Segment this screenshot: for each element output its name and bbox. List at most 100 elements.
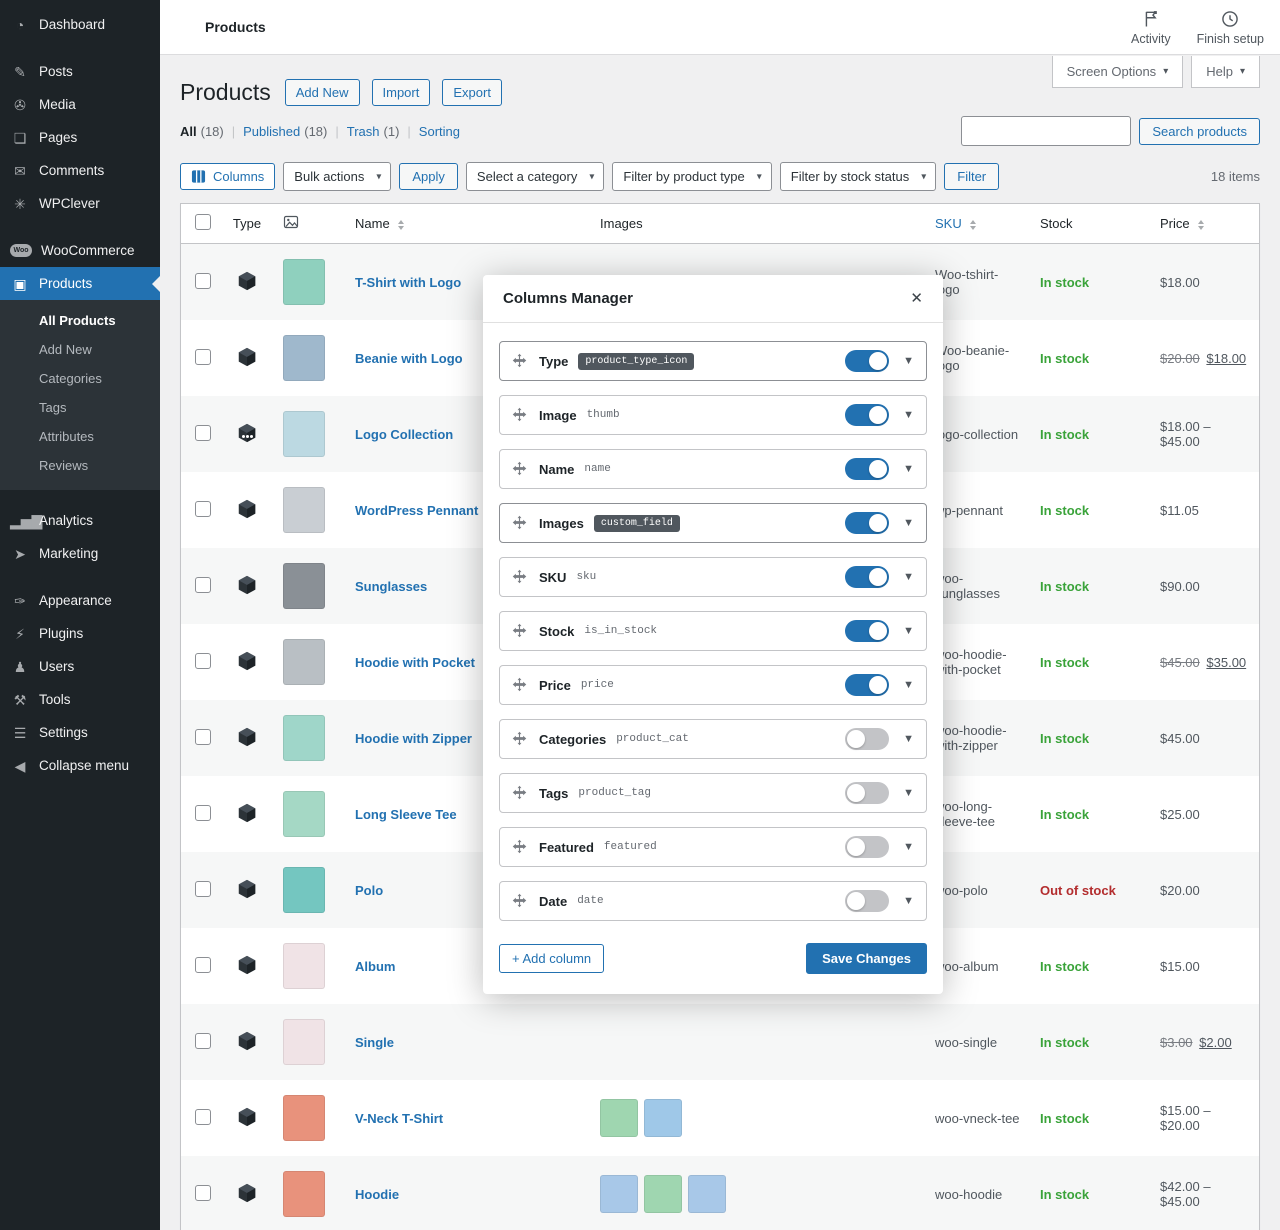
add-new-button[interactable]: Add New [285, 79, 360, 106]
drag-handle-icon[interactable] [512, 785, 528, 801]
sidebar-item-marketing[interactable]: ➤Marketing [0, 537, 160, 570]
row-checkbox[interactable] [195, 729, 211, 745]
sidebar-subitem-reviews[interactable]: Reviews [0, 451, 160, 480]
product-name-link[interactable]: Polo [355, 883, 383, 898]
product-thumbnail[interactable] [283, 411, 325, 457]
sidebar-item-dashboard[interactable]: ◔Dashboard [0, 8, 160, 41]
sku-sort-header[interactable]: SKU [925, 204, 1030, 244]
column-toggle[interactable] [845, 350, 889, 372]
row-checkbox[interactable] [195, 501, 211, 517]
sidebar-subitem-tags[interactable]: Tags [0, 393, 160, 422]
column-toggle[interactable] [845, 512, 889, 534]
close-icon[interactable]: ✕ [910, 291, 923, 306]
product-name-link[interactable]: WordPress Pennant [355, 503, 478, 518]
category-filter-select[interactable]: Select a category ▾ [466, 162, 604, 191]
sidebar-item-posts[interactable]: ✎Posts [0, 55, 160, 88]
column-toggle[interactable] [845, 566, 889, 588]
product-name-link[interactable]: Hoodie with Zipper [355, 731, 472, 746]
column-toggle[interactable] [845, 782, 889, 804]
column-options-chevron-icon[interactable]: ▼ [903, 679, 914, 691]
row-checkbox[interactable] [195, 957, 211, 973]
product-name-link[interactable]: Hoodie with Pocket [355, 655, 475, 670]
sidebar-item-pages[interactable]: ❏Pages [0, 121, 160, 154]
column-options-chevron-icon[interactable]: ▼ [903, 733, 914, 745]
view-filter-sorting[interactable]: Sorting [399, 124, 460, 139]
sidebar-item-wpclever[interactable]: ✳WPClever [0, 187, 160, 220]
product-thumbnail[interactable] [283, 1171, 325, 1217]
column-toggle[interactable] [845, 674, 889, 696]
sidebar-item-woocommerce[interactable]: WooWooCommerce [0, 234, 160, 267]
row-checkbox[interactable] [195, 1185, 211, 1201]
column-toggle[interactable] [845, 404, 889, 426]
sidebar-item-comments[interactable]: ✉Comments [0, 154, 160, 187]
view-filter-all[interactable]: All(18) [180, 124, 224, 139]
column-toggle[interactable] [845, 836, 889, 858]
sidebar-item-users[interactable]: ♟Users [0, 650, 160, 683]
add-column-button[interactable]: + Add column [499, 944, 604, 973]
column-toggle[interactable] [845, 890, 889, 912]
price-sort-header[interactable]: Price [1150, 204, 1260, 244]
sidebar-subitem-attributes[interactable]: Attributes [0, 422, 160, 451]
drag-handle-icon[interactable] [512, 461, 528, 477]
drag-handle-icon[interactable] [512, 839, 528, 855]
column-options-chevron-icon[interactable]: ▼ [903, 841, 914, 853]
product-name-link[interactable]: Long Sleeve Tee [355, 807, 457, 822]
product-thumbnail[interactable] [283, 867, 325, 913]
name-sort-header[interactable]: Name [345, 204, 590, 244]
column-options-chevron-icon[interactable]: ▼ [903, 355, 914, 367]
product-name-link[interactable]: Sunglasses [355, 579, 427, 594]
drag-handle-icon[interactable] [512, 353, 528, 369]
view-filter-trash[interactable]: Trash(1) [327, 124, 399, 139]
product-name-link[interactable]: Hoodie [355, 1187, 399, 1202]
select-all-checkbox[interactable] [195, 214, 211, 230]
product-thumbnail[interactable] [283, 1095, 325, 1141]
import-button[interactable]: Import [372, 79, 431, 106]
product-name-link[interactable]: V-Neck T-Shirt [355, 1111, 443, 1126]
row-checkbox[interactable] [195, 653, 211, 669]
product-thumbnail[interactable] [283, 639, 325, 685]
column-options-chevron-icon[interactable]: ▼ [903, 409, 914, 421]
sidebar-subitem-add-new[interactable]: Add New [0, 335, 160, 364]
save-changes-button[interactable]: Save Changes [806, 943, 927, 974]
sidebar-item-analytics[interactable]: ▂▅▇Analytics [0, 504, 160, 537]
column-options-chevron-icon[interactable]: ▼ [903, 517, 914, 529]
search-products-button[interactable]: Search products [1139, 118, 1260, 145]
drag-handle-icon[interactable] [512, 623, 528, 639]
sidebar-item-media[interactable]: ✇Media [0, 88, 160, 121]
product-thumbnail[interactable] [283, 791, 325, 837]
sidebar-subitem-all-products[interactable]: All Products [0, 306, 160, 335]
export-button[interactable]: Export [442, 79, 502, 106]
column-toggle[interactable] [845, 458, 889, 480]
filter-button[interactable]: Filter [944, 163, 999, 190]
row-checkbox[interactable] [195, 425, 211, 441]
sidebar-item-collapse-menu[interactable]: ◀Collapse menu [0, 749, 160, 782]
activity-button[interactable]: Activity [1131, 8, 1171, 46]
column-options-chevron-icon[interactable]: ▼ [903, 895, 914, 907]
product-name-link[interactable]: Single [355, 1035, 394, 1050]
view-filter-published[interactable]: Published(18) [224, 124, 328, 139]
sidebar-item-settings[interactable]: ☰Settings [0, 716, 160, 749]
row-checkbox[interactable] [195, 1109, 211, 1125]
drag-handle-icon[interactable] [512, 569, 528, 585]
column-options-chevron-icon[interactable]: ▼ [903, 625, 914, 637]
column-toggle[interactable] [845, 728, 889, 750]
sidebar-item-plugins[interactable]: ⚡Plugins [0, 617, 160, 650]
product-type-filter-select[interactable]: Filter by product type ▾ [612, 162, 771, 191]
product-thumbnail[interactable] [283, 563, 325, 609]
product-thumbnail[interactable] [283, 943, 325, 989]
sidebar-item-tools[interactable]: ⚒Tools [0, 683, 160, 716]
column-options-chevron-icon[interactable]: ▼ [903, 463, 914, 475]
drag-handle-icon[interactable] [512, 893, 528, 909]
product-name-link[interactable]: Album [355, 959, 395, 974]
sidebar-item-products[interactable]: ▣Products [0, 267, 160, 300]
column-options-chevron-icon[interactable]: ▼ [903, 787, 914, 799]
search-input[interactable] [961, 116, 1131, 146]
row-checkbox[interactable] [195, 805, 211, 821]
help-button[interactable]: Help ▾ [1191, 56, 1260, 88]
sidebar-item-appearance[interactable]: ✑Appearance [0, 584, 160, 617]
product-name-link[interactable]: T-Shirt with Logo [355, 275, 461, 290]
drag-handle-icon[interactable] [512, 731, 528, 747]
product-thumbnail[interactable] [283, 715, 325, 761]
screen-options-button[interactable]: Screen Options ▾ [1052, 56, 1184, 88]
product-thumbnail[interactable] [283, 1019, 325, 1065]
